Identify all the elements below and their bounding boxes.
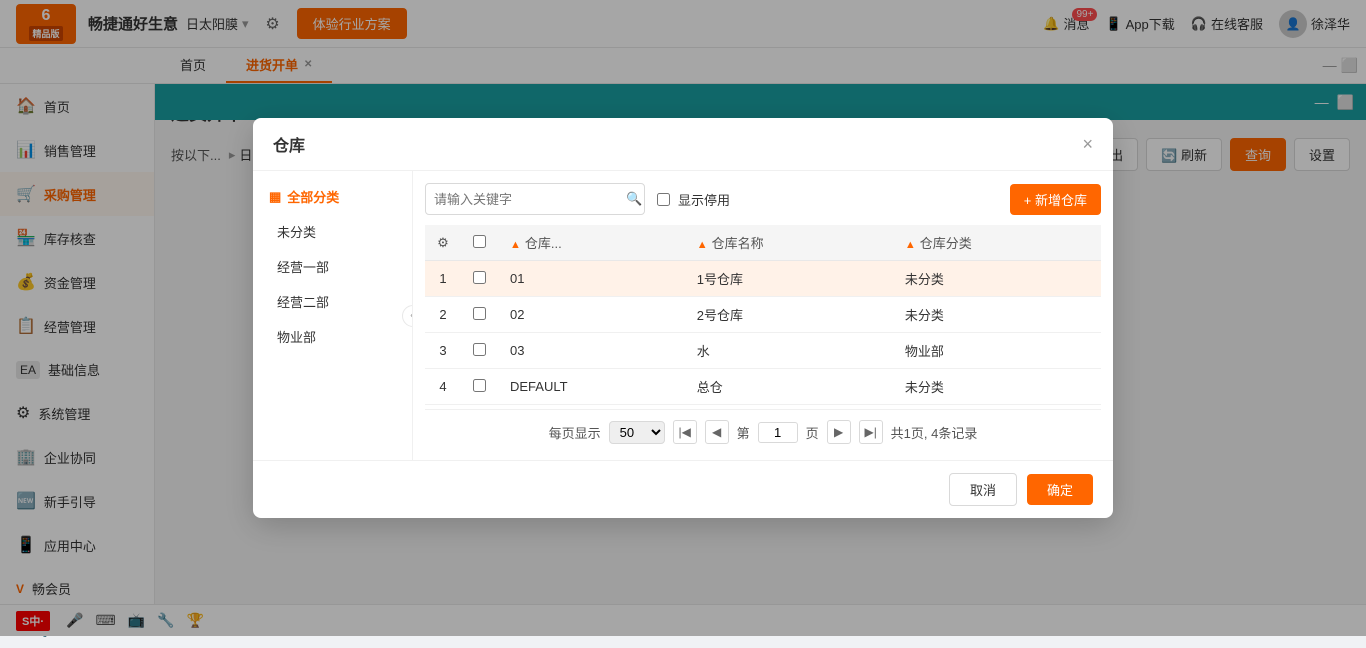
modal-header: 仓库 × [253,118,1113,171]
table-toolbar: 🔍 显示停用 + 新增仓库 [425,183,1101,215]
show-disabled-checkbox[interactable] [657,193,670,206]
col-header-name: ▲仓库名称 [685,225,893,261]
row-name-2: 2号仓库 [685,297,893,333]
page-input[interactable] [758,422,798,443]
pg-first-button[interactable]: |◀ [673,420,697,444]
row-check-3 [461,333,498,369]
col-header-code: ▲仓库... [498,225,685,261]
pg-last-button[interactable]: ▶| [859,420,883,444]
row-name-1: 1号仓库 [685,261,893,297]
modal-body: ▦ 全部分类 未分类 经营一部 经营二部 物业部 « 🔍 [253,171,1113,460]
row-category-3: 物业部 [893,333,1101,369]
pg-prev-button[interactable]: ◀ [705,420,729,444]
row-category-1: 未分类 [893,261,1101,297]
sort-icon-name: ▲ [697,239,708,251]
pg-next-button[interactable]: ▶ [827,420,851,444]
row-code-4: DEFAULT [498,369,685,405]
show-disabled-toggle[interactable]: 显示停用 [657,190,730,209]
table-row[interactable]: 3 03 水 物业部 [425,333,1101,369]
category-all-label: 全部分类 [287,187,339,206]
modal-title: 仓库 [273,132,305,156]
row-code-2: 02 [498,297,685,333]
table-container: ⚙ ▲仓库... ▲仓库名称 [425,225,1101,405]
modal-overlay: 仓库 × ▦ 全部分类 未分类 经营一部 经营二部 物业部 « [0,0,1366,636]
table-row[interactable]: 4 DEFAULT 总仓 未分类 [425,369,1101,405]
per-page-label: 每页显示 [549,423,601,442]
page-label: 第 [737,423,750,442]
category-all-header[interactable]: ▦ 全部分类 [253,179,412,214]
add-warehouse-button[interactable]: + 新增仓库 [1010,184,1101,215]
row-check-2 [461,297,498,333]
row-checkbox-4[interactable] [473,379,486,392]
search-box: 🔍 [425,183,645,215]
cat-item-unclassified[interactable]: 未分类 [253,214,412,249]
search-input[interactable] [426,192,618,207]
table-panel: 🔍 显示停用 + 新增仓库 ⚙ [413,171,1113,460]
cat-item-ops1[interactable]: 经营一部 [253,249,412,284]
modal-footer: 取消 确定 [253,460,1113,518]
row-checkbox-3[interactable] [473,343,486,356]
row-num-4: 4 [425,369,461,405]
col-header-settings: ⚙ [425,225,461,261]
row-check [461,261,498,297]
row-name-4: 总仓 [685,369,893,405]
cat-item-property[interactable]: 物业部 [253,319,412,354]
grid-icon: ▦ [269,189,281,205]
row-category-4: 未分类 [893,369,1101,405]
warehouse-modal: 仓库 × ▦ 全部分类 未分类 经营一部 经营二部 物业部 « [253,118,1113,518]
pagination: 每页显示 50 10 20 100 |◀ ◀ 第 页 ▶ ▶| 共1页, 4条记… [425,409,1101,448]
sort-icon-cat: ▲ [905,239,916,251]
pagination-total: 共1页, 4条记录 [891,423,978,442]
search-icon[interactable]: 🔍 [618,191,645,207]
row-check-4 [461,369,498,405]
modal-close-button[interactable]: × [1082,134,1093,155]
cancel-button[interactable]: 取消 [949,473,1017,506]
sort-icon: ▲ [510,239,521,251]
col-header-check [461,225,498,261]
show-disabled-label: 显示停用 [678,190,730,209]
row-category-2: 未分类 [893,297,1101,333]
row-checkbox-2[interactable] [473,307,486,320]
per-page-select[interactable]: 50 10 20 100 [609,421,665,444]
row-num-2: 2 [425,297,461,333]
row-code-1: 01 [498,261,685,297]
cat-item-ops2[interactable]: 经营二部 [253,284,412,319]
row-code-3: 03 [498,333,685,369]
table-header: ⚙ ▲仓库... ▲仓库名称 [425,225,1101,261]
select-all-checkbox[interactable] [473,235,486,248]
row-name-3: 水 [685,333,893,369]
col-header-category: ▲仓库分类 [893,225,1101,261]
row-num-3: 3 [425,333,461,369]
table-row[interactable]: 1 01 1号仓库 未分类 [425,261,1101,297]
category-panel: ▦ 全部分类 未分类 经营一部 经营二部 物业部 « [253,171,413,460]
row-checkbox-1[interactable] [473,271,486,284]
page-unit: 页 [806,423,819,442]
table-row[interactable]: 2 02 2号仓库 未分类 [425,297,1101,333]
warehouse-table: ⚙ ▲仓库... ▲仓库名称 [425,225,1101,405]
table-body: 1 01 1号仓库 未分类 2 [425,261,1101,405]
row-actions: 1 [425,261,461,297]
confirm-button[interactable]: 确定 [1027,474,1093,505]
